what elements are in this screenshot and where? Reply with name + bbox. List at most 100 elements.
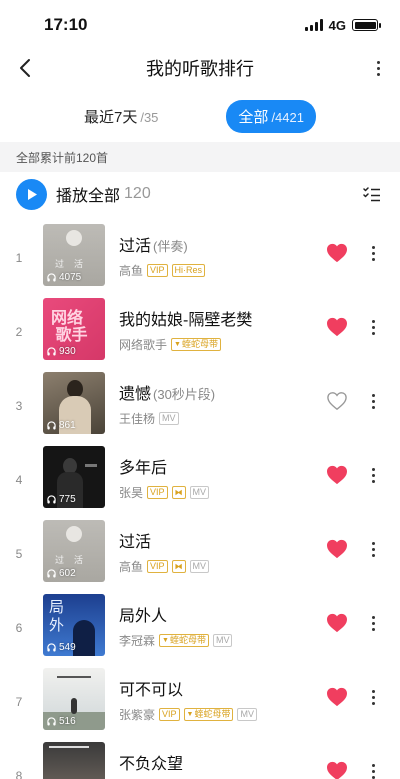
song-title: 局外人 bbox=[119, 602, 319, 626]
network-type: 4G bbox=[328, 17, 346, 33]
karaoke-icon: ⧓ bbox=[174, 562, 183, 571]
tab-count: /4421 bbox=[271, 109, 304, 125]
cover-art-text bbox=[57, 676, 91, 678]
song-info: 我的姑娘-隔壁老樊 网络歌手 ▼ 蝰蛇母带 bbox=[119, 306, 319, 353]
song-row[interactable]: 8 不负众望 bbox=[0, 739, 400, 779]
album-cover: 过活 4075 bbox=[43, 224, 105, 286]
song-artist: 李冠霖 bbox=[119, 634, 156, 648]
cover-art-text: 过活 bbox=[54, 259, 93, 269]
nav-bar: 我的听歌排行 bbox=[0, 50, 400, 86]
play-count: 930 bbox=[47, 346, 76, 357]
song-row[interactable]: 6 局外 549 局外人 李冠霖 ▼ 蝰蛇母带 MV bbox=[0, 591, 400, 665]
row-more-button[interactable] bbox=[369, 241, 377, 265]
play-count-value: 930 bbox=[59, 346, 76, 357]
song-row[interactable]: 7 516 可不可以 张紫豪 VIP ▼ 蝰蛇母带 MV bbox=[0, 665, 400, 739]
song-row[interactable]: 1 过活 4075 过活 (伴奏) 高鱼 VIP Hi·Res bbox=[0, 221, 400, 295]
badge-text: 蝰蛇母带 bbox=[194, 709, 231, 719]
song-row[interactable]: 3 861 遗憾 (30秒片段) 王佳杨 MV bbox=[0, 369, 400, 443]
row-more-button[interactable] bbox=[369, 759, 377, 779]
vip-badge: VIP bbox=[147, 264, 168, 277]
song-title-text: 过活 bbox=[119, 534, 152, 551]
tab-recent-7-days[interactable]: 最近7天/35 bbox=[84, 106, 158, 127]
tab-all[interactable]: 全部/4421 bbox=[226, 99, 316, 133]
song-info: 多年后 张昊 VIP ⧓ MV bbox=[119, 454, 319, 501]
vip-badge: VIP bbox=[147, 486, 168, 499]
play-all-label[interactable]: 播放全部 bbox=[56, 182, 120, 206]
row-more-button[interactable] bbox=[369, 463, 377, 487]
row-more-button[interactable] bbox=[369, 315, 377, 339]
song-title: 可不可以 bbox=[119, 676, 319, 700]
karaoke-badge[interactable]: ⧓ bbox=[171, 486, 186, 499]
song-title-text: 不负众望 bbox=[119, 756, 184, 773]
song-meta: 网络歌手 ▼ 蝰蛇母带 bbox=[119, 336, 319, 353]
badge-text: 蝰蛇母带 bbox=[169, 635, 206, 645]
play-count-value: 4075 bbox=[59, 272, 82, 283]
row-more-button[interactable] bbox=[369, 685, 377, 709]
song-row[interactable]: 5 过活 602 过活 高鱼 VIP ⧓ MV bbox=[0, 517, 400, 591]
song-row[interactable]: 2 网络 歌手 930 我的姑娘-隔壁老樊 网络歌手 ▼ 蝰蛇母带 bbox=[0, 295, 400, 369]
play-count: 549 bbox=[47, 642, 76, 653]
album-cover: 局外 549 bbox=[43, 594, 105, 656]
heart-filled-icon[interactable] bbox=[326, 613, 348, 633]
song-artist: 高鱼 bbox=[119, 264, 144, 278]
song-title-text: 我的姑娘-隔壁老樊 bbox=[119, 312, 253, 329]
mv-badge[interactable]: MV bbox=[237, 708, 257, 721]
song-title: 不负众望 bbox=[119, 750, 319, 774]
multi-select-button[interactable] bbox=[360, 182, 384, 206]
mv-badge[interactable]: MV bbox=[189, 560, 210, 573]
summary-bar: 全部累计前120首 bbox=[0, 142, 400, 172]
song-title-suffix: (伴奏) bbox=[153, 239, 188, 254]
song-title-text: 遗憾 bbox=[119, 386, 152, 403]
row-more-button[interactable] bbox=[369, 537, 377, 561]
heart-outline-icon[interactable] bbox=[326, 391, 348, 411]
battery-icon bbox=[352, 19, 381, 31]
heart-filled-icon[interactable] bbox=[326, 761, 348, 779]
song-rank: 3 bbox=[15, 399, 23, 413]
play-icon bbox=[27, 188, 37, 200]
karaoke-badge[interactable]: ⧓ bbox=[171, 560, 186, 573]
status-time: 17:10 bbox=[44, 15, 88, 34]
play-count-value: 516 bbox=[59, 716, 76, 727]
mv-badge[interactable]: MV bbox=[189, 486, 210, 499]
song-row[interactable]: 4 775 多年后 张昊 VIP ⧓ MV bbox=[0, 443, 400, 517]
song-info: 遗憾 (30秒片段) 王佳杨 MV bbox=[119, 380, 319, 427]
row-more-button[interactable] bbox=[369, 611, 377, 635]
song-meta: 张紫豪 VIP ▼ 蝰蛇母带 MV bbox=[119, 706, 319, 723]
karaoke-icon: ⧓ bbox=[174, 488, 183, 497]
song-info: 过活 高鱼 VIP ⧓ MV bbox=[119, 528, 319, 575]
heart-filled-icon[interactable] bbox=[326, 317, 348, 337]
play-all-count: 120 bbox=[124, 185, 151, 202]
heart-filled-icon[interactable] bbox=[326, 539, 348, 559]
status-bar: 17:10 4G bbox=[0, 0, 400, 50]
back-button[interactable] bbox=[12, 55, 38, 81]
row-more-button[interactable] bbox=[369, 389, 377, 413]
play-count: 4075 bbox=[47, 272, 81, 283]
song-list: 1 过活 4075 过活(伴奏) 高鱼 VIP Hi·Res 2 网络 歌手 bbox=[0, 221, 400, 779]
song-rank: 1 bbox=[15, 251, 23, 265]
cover-art-text: 过活 bbox=[54, 555, 93, 565]
cover-art-text: 网络 歌手 bbox=[51, 310, 88, 344]
more-options-button[interactable] bbox=[374, 56, 382, 80]
song-artist: 高鱼 bbox=[119, 560, 144, 574]
hires-badge: Hi·Res bbox=[171, 264, 206, 277]
song-rank: 2 bbox=[15, 325, 23, 339]
song-meta: 王佳杨 MV bbox=[119, 410, 319, 427]
chevron-left-icon bbox=[20, 59, 30, 77]
vip-badge: VIP bbox=[147, 560, 168, 573]
play-all-button[interactable] bbox=[16, 178, 47, 210]
heart-filled-icon[interactable] bbox=[326, 465, 348, 485]
tab-label: 全部 bbox=[238, 108, 269, 126]
heart-filled-icon[interactable] bbox=[326, 687, 348, 707]
play-count-value: 602 bbox=[59, 568, 76, 579]
song-artist: 王佳杨 bbox=[119, 412, 156, 426]
song-rank: 8 bbox=[15, 769, 23, 779]
mv-badge[interactable]: MV bbox=[159, 412, 179, 425]
master-audio-icon: ▼ bbox=[174, 341, 181, 348]
headphones-icon bbox=[47, 643, 56, 652]
song-title: 多年后 bbox=[119, 454, 319, 478]
song-artist: 张紫豪 bbox=[119, 708, 156, 722]
song-title: 过活 (伴奏) bbox=[119, 232, 319, 256]
mv-badge[interactable]: MV bbox=[212, 634, 233, 647]
heart-filled-icon[interactable] bbox=[326, 243, 348, 263]
song-rank: 7 bbox=[15, 695, 23, 709]
